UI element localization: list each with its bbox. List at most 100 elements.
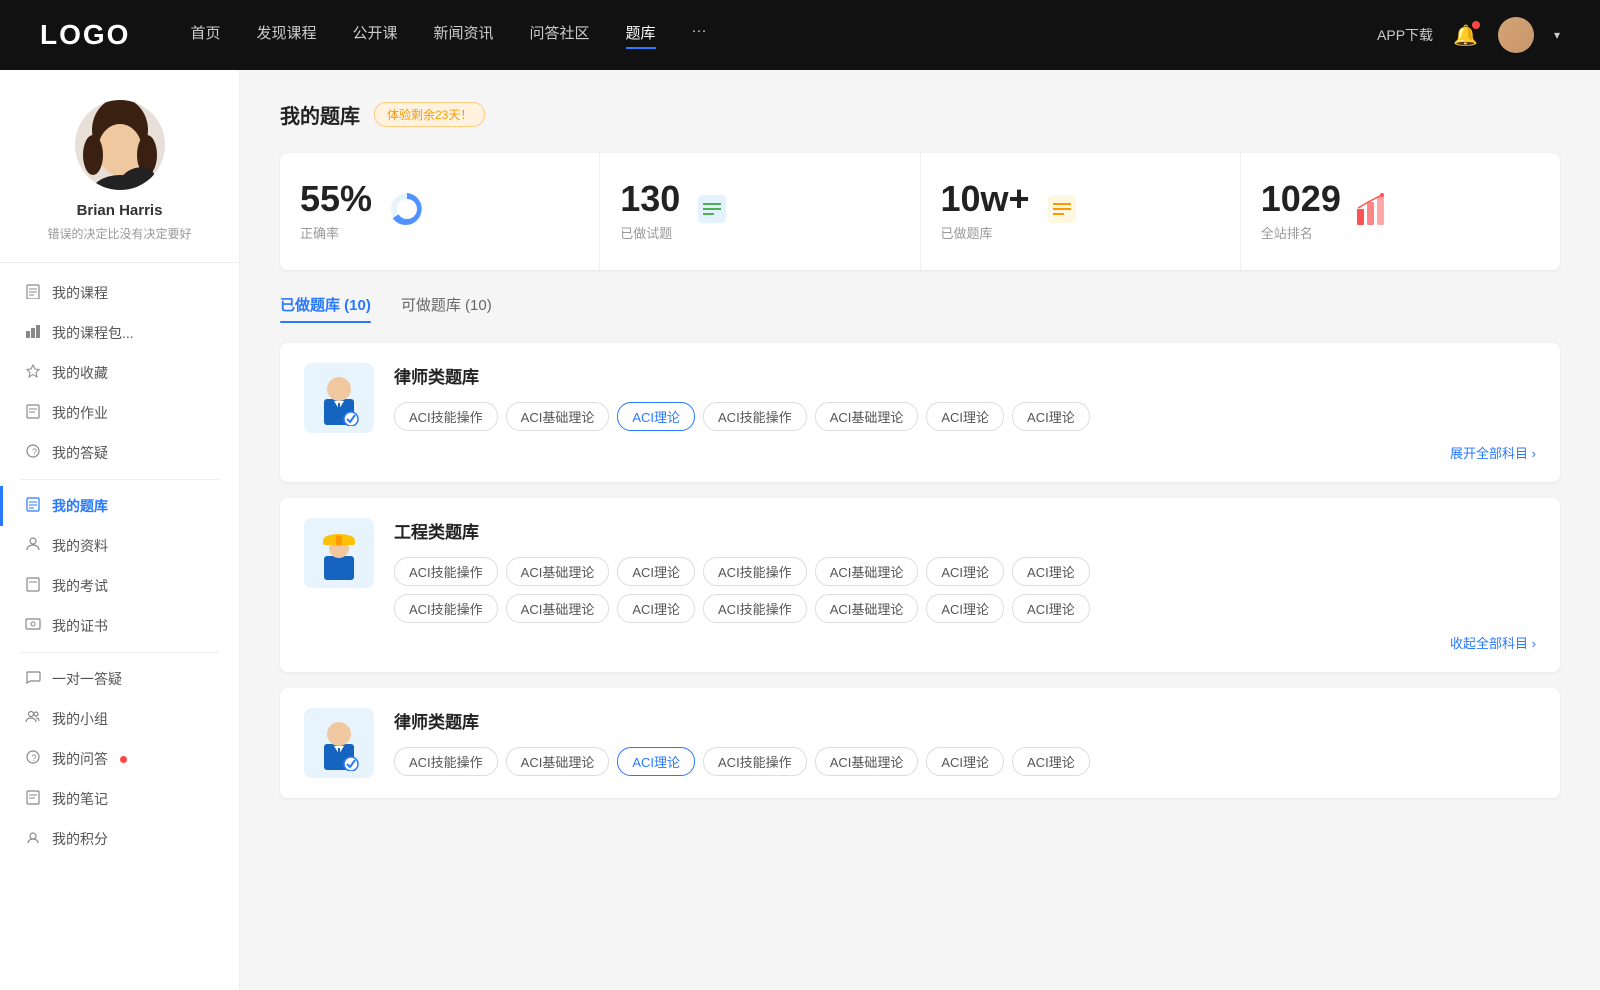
bank-tag[interactable]: ACI技能操作 <box>394 594 498 623</box>
avatar-chevron-icon[interactable]: ▾ <box>1554 28 1560 42</box>
tab-done-banks[interactable]: 已做题库 (10) <box>280 294 371 323</box>
tab-available-banks[interactable]: 可做题库 (10) <box>401 294 492 323</box>
logo[interactable]: LOGO <box>40 19 130 51</box>
sidebar-item-certificate[interactable]: 我的证书 <box>0 606 239 646</box>
sidebar-item-points[interactable]: 我的积分 <box>0 819 239 859</box>
stat-value: 55% <box>300 181 372 217</box>
bank-tag[interactable]: ACI理论 <box>926 594 1004 623</box>
my-packages-icon <box>24 323 42 343</box>
bank-tag-active[interactable]: ACI理论 <box>617 402 695 431</box>
sidebar-item-one-on-one[interactable]: 一对一答疑 <box>0 659 239 699</box>
bank-tag[interactable]: ACI基础理论 <box>815 594 919 623</box>
sidebar-item-profile[interactable]: 我的资料 <box>0 526 239 566</box>
bank-tag[interactable]: ACI技能操作 <box>394 557 498 586</box>
bank-tag[interactable]: ACI技能操作 <box>703 594 807 623</box>
avatar-image <box>1498 17 1534 53</box>
sidebar-item-notes[interactable]: 我的笔记 <box>0 779 239 819</box>
sidebar-item-exam[interactable]: 我的考试 <box>0 566 239 606</box>
nav-more[interactable]: ··· <box>692 22 707 49</box>
lawyer-icon <box>314 371 364 426</box>
bank-tag[interactable]: ACI基础理论 <box>506 557 610 586</box>
sidebar-item-label: 一对一答疑 <box>52 669 122 689</box>
bank-expand-button[interactable]: 展开全部科目 › <box>304 443 1536 462</box>
bank-tag[interactable]: ACI技能操作 <box>703 557 807 586</box>
bank-tag[interactable]: ACI理论 <box>617 594 695 623</box>
points-icon <box>24 829 42 849</box>
stats-row: 55% 正确率 130 已做试题 <box>280 153 1560 270</box>
sidebar-divider-1 <box>20 479 219 480</box>
nav-home[interactable]: 首页 <box>190 22 220 49</box>
tabs-row: 已做题库 (10) 可做题库 (10) <box>280 294 1560 323</box>
bank-tag[interactable]: ACI技能操作 <box>703 402 807 431</box>
avatar-image-svg <box>75 100 165 190</box>
sidebar-item-homework[interactable]: 我的作业 <box>0 393 239 433</box>
bank-collapse-button[interactable]: 收起全部科目 › <box>304 633 1536 652</box>
nav-question-bank[interactable]: 题库 <box>626 22 656 49</box>
bank-tag[interactable]: ACI基础理论 <box>506 747 610 776</box>
bank-card-lawyer-1: 律师类题库 ACI技能操作 ACI基础理论 ACI理论 ACI技能操作 ACI基… <box>280 343 1560 482</box>
trial-badge: 体验剩余23天！ <box>374 102 485 127</box>
nav-courses[interactable]: 发现课程 <box>256 22 316 49</box>
main-content: 我的题库 体验剩余23天！ 55% 正确率 <box>240 70 1600 990</box>
bank-tag[interactable]: ACI理论 <box>617 557 695 586</box>
stat-value: 10w+ <box>941 181 1030 217</box>
bank-tag[interactable]: ACI技能操作 <box>394 747 498 776</box>
nav-qa[interactable]: 问答社区 <box>530 22 590 49</box>
stat-value: 130 <box>620 181 680 217</box>
bank-tag[interactable]: ACI理论 <box>926 557 1004 586</box>
bank-info: 律师类题库 ACI技能操作 ACI基础理论 ACI理论 ACI技能操作 ACI基… <box>394 363 1536 431</box>
sidebar-item-favorites[interactable]: 我的收藏 <box>0 353 239 393</box>
nav-open-course[interactable]: 公开课 <box>352 22 397 49</box>
ask-icon: ? <box>24 443 42 463</box>
sidebar-username: Brian Harris <box>77 202 163 219</box>
sidebar-item-question-bank[interactable]: 我的题库 <box>0 486 239 526</box>
done-questions-icon <box>694 191 730 232</box>
sidebar-item-my-courses[interactable]: 我的课程 <box>0 273 239 313</box>
bank-tag[interactable]: ACI理论 <box>926 402 1004 431</box>
bank-card-lawyer-2: 律师类题库 ACI技能操作 ACI基础理论 ACI理论 ACI技能操作 ACI基… <box>280 688 1560 798</box>
bank-card-header: 工程类题库 ACI技能操作 ACI基础理论 ACI理论 ACI技能操作 ACI基… <box>304 518 1536 623</box>
sidebar-item-my-packages[interactable]: 我的课程包... <box>0 313 239 353</box>
bank-tag[interactable]: ACI基础理论 <box>815 557 919 586</box>
bank-tag[interactable]: ACI技能操作 <box>394 402 498 431</box>
bank-tag[interactable]: ACI基础理论 <box>506 402 610 431</box>
sidebar-item-label: 我的笔记 <box>52 789 108 809</box>
bank-tag[interactable]: ACI基础理论 <box>815 402 919 431</box>
sidebar-avatar <box>75 100 165 190</box>
page-body: Brian Harris 错误的决定比没有决定要好 我的课程 我的课程包... … <box>0 70 1600 990</box>
lawyer-icon-2 <box>314 716 364 771</box>
bank-card-header: 律师类题库 ACI技能操作 ACI基础理论 ACI理论 ACI技能操作 ACI基… <box>304 708 1536 778</box>
sidebar-item-group[interactable]: 我的小组 <box>0 699 239 739</box>
sidebar-item-ask[interactable]: ? 我的答疑 <box>0 433 239 473</box>
nav-news[interactable]: 新闻资讯 <box>434 22 494 49</box>
profile-icon <box>24 536 42 556</box>
stat-done-questions: 130 已做试题 <box>600 153 920 270</box>
bank-tag[interactable]: ACI理论 <box>1012 402 1090 431</box>
bank-info: 工程类题库 ACI技能操作 ACI基础理论 ACI理论 ACI技能操作 ACI基… <box>394 518 1536 623</box>
notes-icon <box>24 789 42 809</box>
bank-tag[interactable]: ACI基础理论 <box>815 747 919 776</box>
bank-tags-row2: ACI技能操作 ACI基础理论 ACI理论 ACI技能操作 ACI基础理论 AC… <box>394 594 1536 623</box>
stat-text: 1029 全站排名 <box>1261 181 1341 242</box>
notification-bell[interactable]: 🔔 <box>1453 23 1478 48</box>
bank-tag[interactable]: ACI理论 <box>926 747 1004 776</box>
sidebar-item-label: 我的课程 <box>52 283 108 303</box>
bank-info: 律师类题库 ACI技能操作 ACI基础理论 ACI理论 ACI技能操作 ACI基… <box>394 708 1536 776</box>
sidebar-item-label: 我的考试 <box>52 576 108 596</box>
engineer-icon <box>314 526 364 581</box>
sidebar: Brian Harris 错误的决定比没有决定要好 我的课程 我的课程包... … <box>0 70 240 990</box>
sidebar-item-label: 我的答疑 <box>52 443 108 463</box>
bank-tag[interactable]: ACI基础理论 <box>506 594 610 623</box>
homework-icon <box>24 403 42 423</box>
bank-tag[interactable]: ACI技能操作 <box>703 747 807 776</box>
bank-tag[interactable]: ACI理论 <box>1012 747 1090 776</box>
bank-tags: ACI技能操作 ACI基础理论 ACI理论 ACI技能操作 ACI基础理论 AC… <box>394 747 1536 776</box>
app-download-button[interactable]: APP下载 <box>1377 25 1433 45</box>
sidebar-item-my-qa[interactable]: ? 我的问答 <box>0 739 239 779</box>
avatar[interactable] <box>1498 17 1534 53</box>
sidebar-item-label: 我的证书 <box>52 616 108 636</box>
bank-tag-active[interactable]: ACI理论 <box>617 747 695 776</box>
bank-tag[interactable]: ACI理论 <box>1012 594 1090 623</box>
bank-tag[interactable]: ACI理论 <box>1012 557 1090 586</box>
bank-name: 律师类题库 <box>394 708 1536 733</box>
